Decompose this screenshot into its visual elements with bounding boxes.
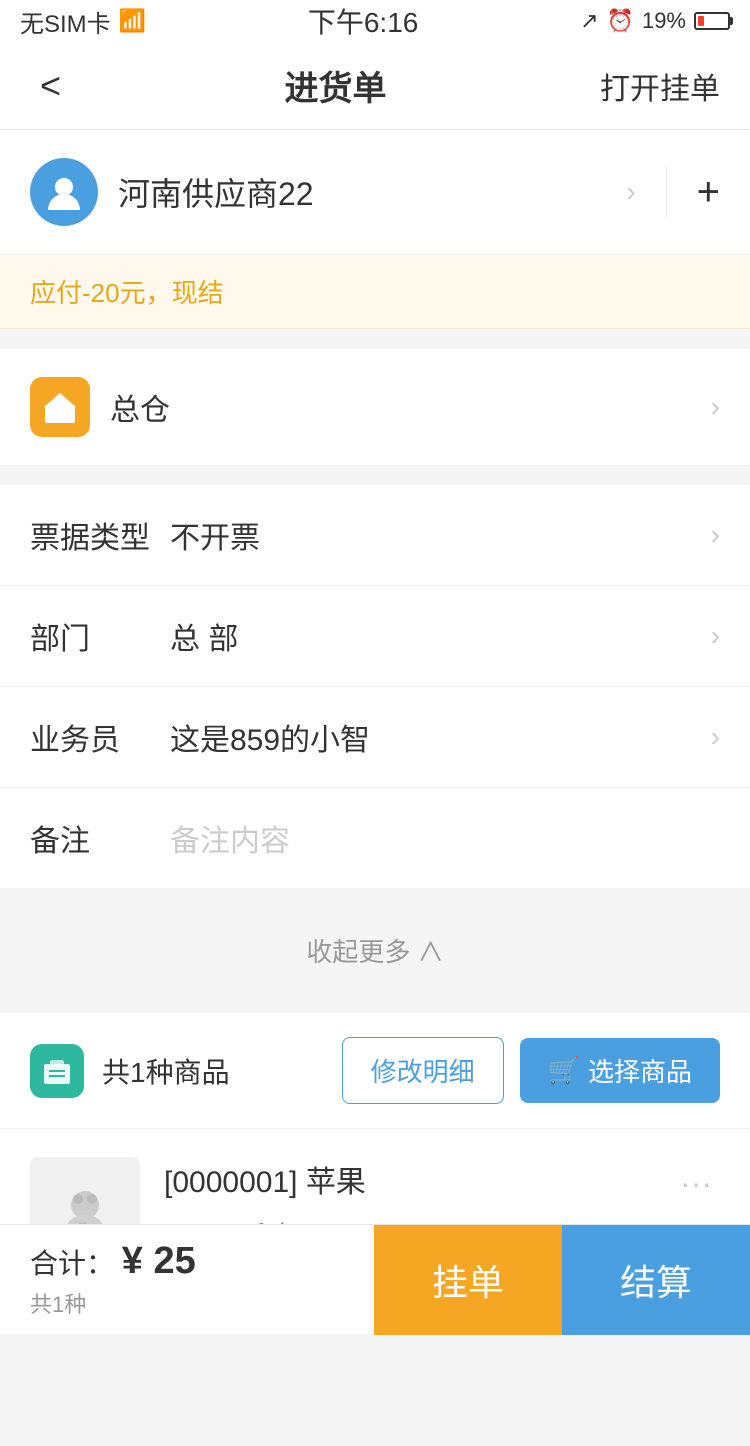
cart-icon: 🛒 (548, 1055, 580, 1086)
invoice-chevron-icon: › (711, 519, 720, 551)
bottom-bar: 合计： ¥ 25 共1种 挂单 结算 (0, 1224, 750, 1334)
department-value: 总 部 (170, 614, 711, 658)
invoice-label: 票据类型 (30, 513, 170, 557)
select-product-button[interactable]: 🛒 选择商品 (520, 1038, 720, 1103)
remark-row[interactable]: 备注 备注内容 (0, 788, 750, 888)
status-left: 无SIM卡 📶 (20, 4, 146, 39)
salesman-label: 业务员 (30, 715, 170, 759)
hang-order-button[interactable]: 挂单 (374, 1225, 562, 1335)
product-count-text: 共1种商品 (102, 1051, 342, 1091)
open-pending-button[interactable]: 打开挂单 (600, 64, 720, 108)
product-code: [0000001] (164, 1166, 297, 1199)
product-more-button[interactable]: ··· (672, 1157, 720, 1210)
notice-text: 应付-20元，现结 (30, 278, 224, 308)
select-product-label: 选择商品 (588, 1052, 692, 1089)
invoice-value: 不开票 (170, 513, 711, 557)
location-icon: ↗ (580, 8, 598, 34)
warehouse-card: 总仓 › (0, 349, 750, 465)
supplier-avatar (30, 158, 98, 226)
department-chevron-icon: › (711, 620, 720, 652)
nav-bar: < 进货单 打开挂单 (0, 42, 750, 130)
supplier-name: 河南供应商22 (118, 169, 626, 215)
warehouse-chevron-icon: › (711, 391, 720, 423)
wifi-icon: 📶 (119, 8, 146, 34)
total-count: 共1种 (30, 1287, 344, 1319)
checkout-button[interactable]: 结算 (562, 1225, 750, 1335)
supplier-chevron-icon: › (626, 176, 635, 208)
add-supplier-button[interactable]: + (697, 170, 720, 215)
warehouse-row[interactable]: 总仓 › (0, 349, 750, 465)
total-section: 合计： ¥ 25 共1种 (0, 1240, 374, 1319)
collapse-button[interactable]: 收起更多 ∧ (0, 908, 750, 993)
supplier-row[interactable]: 河南供应商22 › + (0, 130, 750, 255)
total-label: 合计： (30, 1248, 114, 1279)
battery-text: 19% (642, 8, 686, 34)
product-header: 共1种商品 修改明细 🛒 选择商品 (0, 1013, 750, 1129)
remark-label: 备注 (30, 816, 170, 860)
carrier-text: 无SIM卡 (20, 4, 111, 39)
notice-bar: 应付-20元，现结 (0, 255, 750, 329)
department-row[interactable]: 部门 总 部 › (0, 586, 750, 687)
product-name: [0000001] 苹果 (164, 1157, 672, 1201)
invoice-type-row[interactable]: 票据类型 不开票 › (0, 485, 750, 586)
page-title: 进货单 (285, 61, 387, 110)
form-card: 票据类型 不开票 › 部门 总 部 › 业务员 这是859的小智 › 备注 备注… (0, 485, 750, 888)
battery-icon (694, 12, 730, 30)
remark-value: 备注内容 (170, 816, 720, 860)
alarm-icon: ⏰ (607, 8, 634, 34)
time-display: 下午6:16 (308, 1, 419, 41)
salesman-row[interactable]: 业务员 这是859的小智 › (0, 687, 750, 788)
collapse-label: 收起更多 ∧ (306, 937, 443, 967)
warehouse-name: 总仓 (110, 385, 711, 429)
warehouse-icon (30, 377, 90, 437)
salesman-chevron-icon: › (711, 721, 720, 753)
supplier-card: 河南供应商22 › + 应付-20元，现结 (0, 130, 750, 329)
department-label: 部门 (30, 614, 170, 658)
status-right: ↗ ⏰ 19% (580, 8, 730, 34)
salesman-value: 这是859的小智 (170, 715, 711, 759)
edit-detail-button[interactable]: 修改明细 (342, 1037, 504, 1104)
back-button[interactable]: < (30, 55, 71, 117)
status-bar: 无SIM卡 📶 下午6:16 ↗ ⏰ 19% (0, 0, 750, 42)
product-title: 苹果 (306, 1166, 366, 1199)
total-line: 合计： ¥ 25 (30, 1240, 344, 1283)
total-amount: ¥ 25 (122, 1240, 196, 1282)
product-count-icon (30, 1044, 84, 1098)
vertical-divider (666, 167, 667, 217)
